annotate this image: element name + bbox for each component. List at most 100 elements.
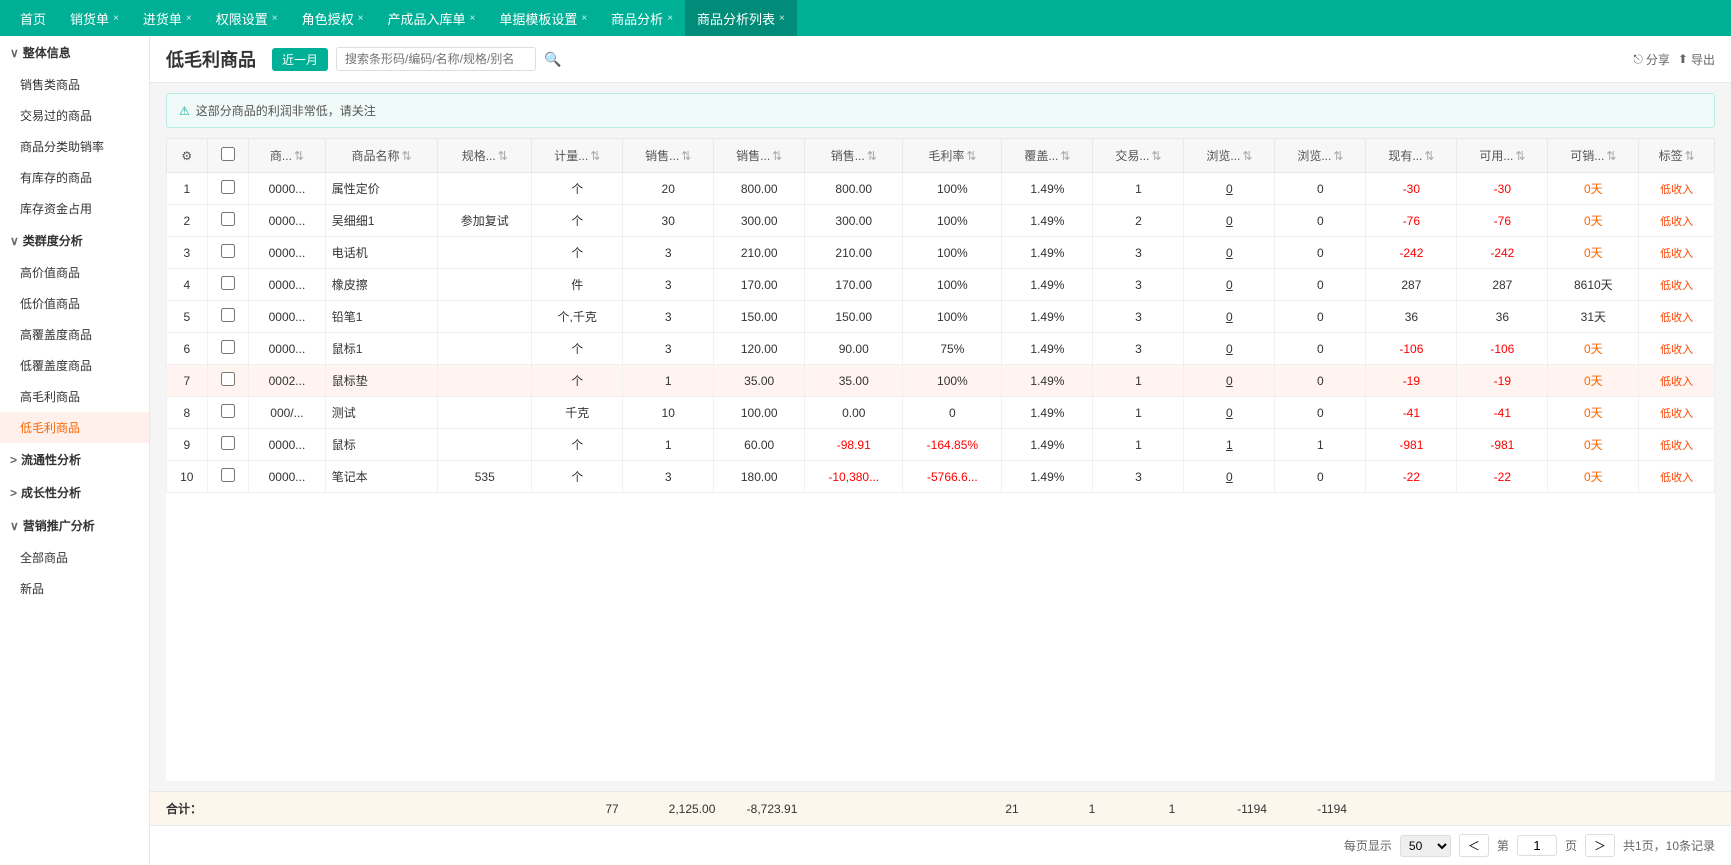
sidebar-item-商品分类助销率[interactable]: 商品分类助销率 [0,131,149,162]
nav-item-单据模板设置[interactable]: 单据模板设置× [487,0,599,36]
close-tab-icon[interactable]: × [469,13,475,24]
col-header-settings[interactable]: ⚙ [167,139,208,173]
sort-icon[interactable]: ⇅ [1606,149,1616,163]
sidebar-item-低价值商品[interactable]: 低价值商品 [0,288,149,319]
col-header-tag[interactable]: 标签⇅ [1639,139,1715,173]
nav-item-商品分析列表[interactable]: 商品分析列表× [685,0,797,36]
sort-icon[interactable]: ⇅ [401,149,411,163]
browse1-link[interactable]: 0 [1226,406,1233,420]
sort-icon[interactable]: ⇅ [1242,149,1252,163]
sidebar-item-库存资金占用[interactable]: 库存资金占用 [0,193,149,224]
sort-icon[interactable]: ⇅ [681,149,691,163]
date-filter-button[interactable]: 近一月 [272,48,328,71]
sort-icon[interactable]: ⇅ [867,149,877,163]
browse1-link[interactable]: 0 [1226,342,1233,356]
sidebar-item-交易过的商品[interactable]: 交易过的商品 [0,100,149,131]
row-checkbox[interactable] [221,340,235,354]
export-button[interactable]: ⬆ 导出 [1678,51,1715,68]
nav-item-商品分析[interactable]: 商品分析× [599,0,685,36]
sort-icon[interactable]: ⇅ [1515,149,1525,163]
col-header-browse1[interactable]: 浏览...⇅ [1184,139,1275,173]
col-header-sellable[interactable]: 可销...⇅ [1548,139,1639,173]
close-tab-icon[interactable]: × [581,13,587,24]
col-header-current[interactable]: 现有...⇅ [1366,139,1457,173]
next-page-button[interactable]: ＞ [1585,834,1615,857]
close-tab-icon[interactable]: × [113,13,119,24]
col-header-coverage[interactable]: 覆盖...⇅ [1002,139,1093,173]
col-header-sale_qty[interactable]: 销售...⇅ [623,139,714,173]
sidebar-group-营销推广分析[interactable]: ∨ 营销推广分析 [0,509,149,542]
sidebar-group-类群度分析[interactable]: ∨ 类群度分析 [0,224,149,257]
page-size-select[interactable]: 50 20 100 [1400,835,1451,857]
sort-icon[interactable]: ⇅ [1333,149,1343,163]
col-header-code[interactable]: 商...⇅ [249,139,326,173]
close-tab-icon[interactable]: × [358,13,364,24]
sidebar-item-高毛利商品[interactable]: 高毛利商品 [0,381,149,412]
page-number-input[interactable] [1517,835,1557,856]
sort-icon[interactable]: ⇅ [590,149,600,163]
settings-icon[interactable]: ⚙ [181,149,192,163]
close-tab-icon[interactable]: × [667,13,673,24]
row-checkbox[interactable] [221,244,235,258]
row-checkbox[interactable] [221,212,235,226]
prev-page-button[interactable]: ＜ [1459,834,1489,857]
browse1-link[interactable]: 1 [1226,438,1233,452]
col-header-available[interactable]: 可用...⇅ [1457,139,1548,173]
sort-icon[interactable]: ⇅ [1424,149,1434,163]
close-tab-icon[interactable]: × [779,13,785,24]
sidebar-item-高覆盖度商品[interactable]: 高覆盖度商品 [0,319,149,350]
share-button[interactable]: ⎋ 分享 [1633,51,1670,68]
nav-item-首页[interactable]: 首页 [8,0,58,36]
col-header-gross_margin[interactable]: 毛利率⇅ [903,139,1002,173]
nav-item-销货单[interactable]: 销货单× [58,0,131,36]
search-input[interactable] [336,47,536,71]
sort-icon[interactable]: ⇅ [294,149,304,163]
nav-item-权限设置[interactable]: 权限设置× [204,0,290,36]
browse1-link[interactable]: 0 [1226,246,1233,260]
row-checkbox[interactable] [221,372,235,386]
sidebar-item-低毛利商品[interactable]: 低毛利商品 [0,412,149,443]
sidebar-item-低覆盖度商品[interactable]: 低覆盖度商品 [0,350,149,381]
nav-item-产成品入库单[interactable]: 产成品入库单× [375,0,487,36]
search-icon-button[interactable]: 🔍 [544,51,561,68]
browse1-link[interactable]: 0 [1226,470,1233,484]
sidebar-item-有库存的商品[interactable]: 有库存的商品 [0,162,149,193]
col-header-spec[interactable]: 规格...⇅ [438,139,532,173]
sidebar-item-新品[interactable]: 新品 [0,573,149,604]
sort-icon[interactable]: ⇅ [498,149,508,163]
close-tab-icon[interactable]: × [272,13,278,24]
sidebar-group-流通性分析[interactable]: > 流通性分析 [0,443,149,476]
sidebar-group-整体信息[interactable]: ∨ 整体信息 [0,36,149,69]
sort-icon[interactable]: ⇅ [1685,149,1695,163]
sidebar-item-销售类商品[interactable]: 销售类商品 [0,69,149,100]
nav-item-角色授权[interactable]: 角色授权× [290,0,376,36]
close-tab-icon[interactable]: × [186,13,192,24]
sort-icon[interactable]: ⇅ [1060,149,1070,163]
browse1-link[interactable]: 0 [1226,278,1233,292]
col-header-browse2[interactable]: 浏览...⇅ [1275,139,1366,173]
row-checkbox[interactable] [221,436,235,450]
browse1-link[interactable]: 0 [1226,182,1233,196]
browse1-link[interactable]: 0 [1226,310,1233,324]
row-checkbox[interactable] [221,276,235,290]
row-checkbox[interactable] [221,180,235,194]
browse1-link[interactable]: 0 [1226,374,1233,388]
select-all-checkbox[interactable] [221,147,235,161]
sort-icon[interactable]: ⇅ [966,149,976,163]
sidebar-group-成长性分析[interactable]: > 成长性分析 [0,476,149,509]
nav-item-进货单[interactable]: 进货单× [131,0,204,36]
sidebar-item-高价值商品[interactable]: 高价值商品 [0,257,149,288]
sort-icon[interactable]: ⇅ [772,149,782,163]
sidebar-item-全部商品[interactable]: 全部商品 [0,542,149,573]
col-header-name[interactable]: 商品名称⇅ [325,139,438,173]
col-header-transaction[interactable]: 交易...⇅ [1093,139,1184,173]
col-header-sale_amount[interactable]: 销售...⇅ [805,139,903,173]
browse1-link[interactable]: 0 [1226,214,1233,228]
sort-icon[interactable]: ⇅ [1151,149,1161,163]
row-checkbox[interactable] [221,308,235,322]
row-checkbox[interactable] [221,468,235,482]
col-header-checkbox[interactable] [207,139,249,173]
col-header-unit[interactable]: 计量...⇅ [532,139,623,173]
col-header-sale_price[interactable]: 销售...⇅ [714,139,805,173]
row-checkbox[interactable] [221,404,235,418]
